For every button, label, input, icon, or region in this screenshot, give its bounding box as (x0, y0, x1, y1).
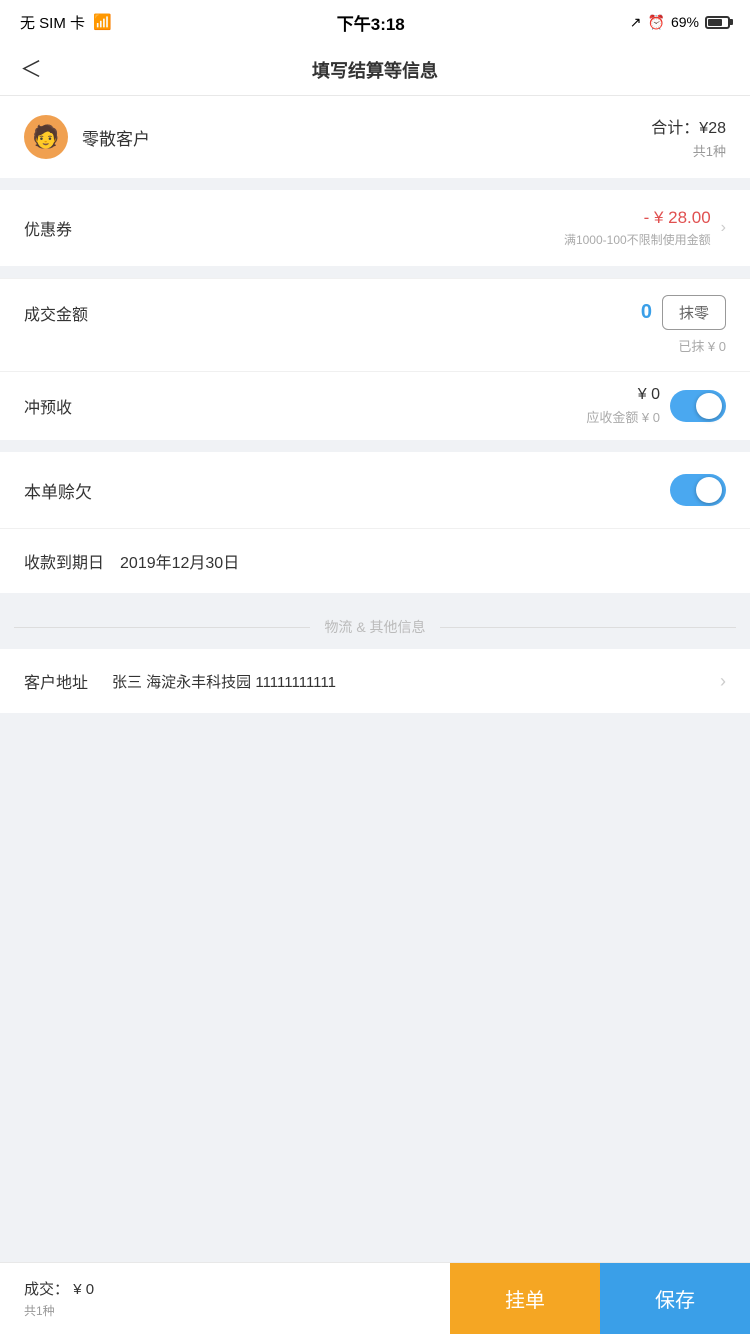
transaction-section: 成交金额 抹零 已抹 ¥ 0 冲预收 ¥ 0 应收金额 ¥ 0 (0, 278, 750, 440)
divider-1 (0, 178, 750, 190)
alarm-icon: ⏰ (648, 14, 665, 31)
transaction-sub: 已抹 ¥ 0 (24, 336, 726, 355)
bottom-deal-value: ¥ 0 (73, 1281, 94, 1298)
status-right: ↗ ⏰ 69% (630, 14, 730, 31)
customer-section: 🧑 零散客户 合计：¥28 共1种 (0, 96, 750, 178)
prepay-row: 冲预收 ¥ 0 应收金额 ¥ 0 (0, 371, 750, 440)
coupon-right: - ¥ 28.00 满1000-100不限制使用金额 › (564, 208, 726, 248)
customer-info: 🧑 零散客户 (24, 115, 150, 159)
coupon-value-block: - ¥ 28.00 满1000-100不限制使用金额 (564, 208, 711, 248)
round-off-button[interactable]: 抹零 (662, 295, 726, 330)
status-bar: 无 SIM 卡 📶 下午3:18 ↗ ⏰ 69% (0, 0, 750, 44)
toggle-track (670, 390, 726, 422)
divider-2 (0, 266, 750, 278)
no-sim-text: 无 SIM 卡 (20, 12, 85, 33)
customer-name: 零散客户 (82, 125, 150, 150)
bottom-info: 成交： ¥ 0 共1种 (0, 1278, 450, 1319)
prepay-main-value: ¥ 0 (586, 386, 660, 404)
logistics-section-header: 物流 & 其他信息 (0, 605, 750, 649)
divider-3 (0, 440, 750, 452)
toggle-thumb (696, 393, 722, 419)
content-area: 🧑 零散客户 合计：¥28 共1种 优惠券 - ¥ 28.00 满1000-10… (0, 96, 750, 985)
save-button[interactable]: 保存 (600, 1263, 750, 1334)
transaction-top: 成交金额 抹零 (24, 295, 726, 330)
prepay-sub-value: 应收金额 ¥ 0 (586, 407, 660, 426)
transaction-row: 成交金额 抹零 已抹 ¥ 0 (0, 278, 750, 371)
battery-percent: 69% (671, 14, 699, 30)
prepay-right: ¥ 0 应收金额 ¥ 0 (586, 386, 726, 426)
address-row[interactable]: 客户地址 张三 海淀永丰科技园 11111111111 › (0, 649, 750, 713)
logistics-line-left (14, 627, 310, 628)
coupon-value: - ¥ 28.00 (564, 208, 711, 228)
due-date-value: 2019年12月30日 (120, 549, 239, 573)
total-count: 共1种 (651, 141, 726, 160)
coupon-section: 优惠券 - ¥ 28.00 满1000-100不限制使用金额 › (0, 190, 750, 266)
divider-5 (0, 713, 750, 913)
prepay-value-block: ¥ 0 应收金额 ¥ 0 (586, 386, 660, 426)
bottom-deal-text: 成交： ¥ 0 (24, 1278, 426, 1299)
bottom-deal-label: 成交： (24, 1281, 69, 1298)
logistics-line-right (440, 627, 736, 628)
logistics-text: 物流 & 其他信息 (324, 617, 425, 637)
nav-bar: ＜ 填写结算等信息 (0, 44, 750, 96)
transaction-input[interactable] (572, 301, 652, 324)
due-date-row: 收款到期日 2019年12月30日 (0, 528, 750, 593)
credit-section: 本单赊欠 收款到期日 2019年12月30日 (0, 452, 750, 593)
credit-row: 本单赊欠 (0, 452, 750, 528)
back-button[interactable]: ＜ (20, 59, 42, 81)
total-amount: 合计：¥28 (651, 114, 726, 138)
avatar: 🧑 (24, 115, 68, 159)
transaction-right: 抹零 (572, 295, 726, 330)
wifi-icon: 📶 (93, 13, 112, 31)
credit-label: 本单赊欠 (24, 478, 92, 503)
coupon-desc: 满1000-100不限制使用金额 (564, 231, 711, 248)
prepay-top: 冲预收 ¥ 0 应收金额 ¥ 0 (24, 386, 726, 426)
credit-toggle[interactable] (670, 474, 726, 506)
chevron-right-icon: › (721, 219, 726, 237)
status-left: 无 SIM 卡 📶 (20, 12, 112, 33)
coupon-row[interactable]: 优惠券 - ¥ 28.00 满1000-100不限制使用金额 › (0, 190, 750, 266)
customer-total: 合计：¥28 共1种 (651, 114, 726, 160)
prepay-label: 冲预收 (24, 394, 72, 418)
due-date-label: 收款到期日 (24, 549, 104, 573)
bottom-count: 共1种 (24, 1302, 426, 1319)
coupon-label: 优惠券 (24, 216, 72, 240)
customer-row: 🧑 零散客户 合计：¥28 共1种 (0, 96, 750, 178)
hold-button[interactable]: 挂单 (450, 1263, 600, 1334)
transaction-label: 成交金额 (24, 301, 88, 325)
address-chevron-icon: › (720, 671, 726, 692)
address-section: 客户地址 张三 海淀永丰科技园 11111111111 › (0, 649, 750, 713)
page-title: 填写结算等信息 (312, 57, 438, 83)
prepay-toggle[interactable] (670, 390, 726, 422)
status-time: 下午3:18 (337, 10, 405, 35)
address-value: 张三 海淀永丰科技园 11111111111 (112, 671, 720, 692)
address-label: 客户地址 (24, 669, 104, 693)
bottom-bar: 成交： ¥ 0 共1种 挂单 保存 (0, 1262, 750, 1334)
credit-toggle-track (670, 474, 726, 506)
credit-toggle-thumb (696, 477, 722, 503)
battery-icon (705, 16, 730, 29)
location-icon: ↗ (630, 14, 642, 31)
divider-4 (0, 593, 750, 605)
